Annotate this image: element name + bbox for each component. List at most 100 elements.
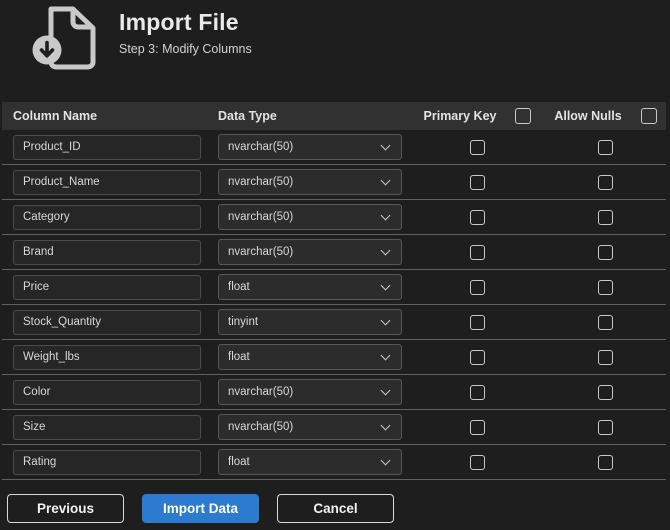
primary-key-cell	[410, 340, 545, 374]
table-body: nvarchar(50) nvarchar(50)	[2, 130, 666, 480]
primary-key-cell	[410, 410, 545, 444]
data-type-cell: float	[210, 445, 410, 479]
data-type-cell: nvarchar(50)	[210, 375, 410, 409]
allow-nulls-checkbox[interactable]	[598, 209, 613, 225]
allow-nulls-checkbox[interactable]	[598, 314, 613, 330]
chevron-down-icon	[380, 175, 391, 185]
data-type-value: float	[228, 351, 250, 363]
column-name-input[interactable]	[13, 449, 201, 475]
column-name-input[interactable]	[13, 414, 201, 440]
previous-button[interactable]: Previous	[7, 494, 124, 523]
data-type-cell: nvarchar(50)	[210, 410, 410, 444]
allow-nulls-checkbox[interactable]	[598, 384, 613, 400]
primary-key-checkbox[interactable]	[470, 384, 485, 400]
table-row: nvarchar(50)	[2, 165, 666, 200]
allow-nulls-cell	[545, 270, 666, 304]
table-row: nvarchar(50)	[2, 200, 666, 235]
primary-key-checkbox[interactable]	[470, 209, 485, 225]
data-type-dropdown[interactable]: nvarchar(50)	[218, 204, 402, 230]
data-type-value: float	[228, 281, 250, 293]
allow-nulls-cell	[545, 200, 666, 234]
column-name-cell	[2, 305, 210, 339]
primary-key-checkbox[interactable]	[470, 314, 485, 330]
allow-nulls-checkbox[interactable]	[598, 174, 613, 190]
primary-key-header-label: Primary Key	[423, 109, 497, 123]
primary-key-cell	[410, 375, 545, 409]
column-name-input[interactable]	[13, 309, 201, 335]
primary-key-checkbox[interactable]	[470, 279, 485, 295]
table-row: tinyint	[2, 305, 666, 340]
chevron-down-icon	[380, 140, 391, 150]
data-type-value: nvarchar(50)	[228, 421, 294, 433]
data-type-dropdown[interactable]: float	[218, 449, 402, 475]
allow-nulls-cell	[545, 165, 666, 199]
chevron-down-icon	[380, 315, 391, 325]
allow-nulls-cell	[545, 340, 666, 374]
column-name-input[interactable]	[13, 239, 201, 265]
import-data-button[interactable]: Import Data	[142, 494, 259, 523]
allow-nulls-cell	[545, 375, 666, 409]
data-type-cell: tinyint	[210, 305, 410, 339]
data-type-dropdown[interactable]: tinyint	[218, 309, 402, 335]
page-title: Import File	[119, 9, 239, 35]
data-type-dropdown[interactable]: nvarchar(50)	[218, 239, 402, 265]
chevron-down-icon	[380, 420, 391, 430]
column-name-input[interactable]	[13, 169, 201, 195]
chevron-down-icon	[380, 455, 391, 465]
column-name-input[interactable]	[13, 379, 201, 405]
allow-nulls-cell	[545, 305, 666, 339]
primary-key-cell	[410, 270, 545, 304]
allow-nulls-select-all-checkbox[interactable]	[640, 108, 657, 124]
column-name-cell	[2, 445, 210, 479]
primary-key-cell	[410, 445, 545, 479]
column-name-input[interactable]	[13, 134, 201, 160]
data-type-value: float	[228, 456, 250, 468]
data-type-cell: nvarchar(50)	[210, 200, 410, 234]
column-name-cell	[2, 165, 210, 199]
header-text: Import File Step 3: Modify Columns	[119, 6, 252, 56]
primary-key-checkbox[interactable]	[470, 454, 485, 470]
column-name-input[interactable]	[13, 274, 201, 300]
step-indicator: Step 3: Modify Columns	[119, 42, 252, 56]
primary-key-cell	[410, 235, 545, 269]
column-name-cell	[2, 270, 210, 304]
allow-nulls-cell	[545, 410, 666, 444]
data-type-dropdown[interactable]: float	[218, 344, 402, 370]
primary-key-checkbox[interactable]	[470, 419, 485, 435]
allow-nulls-checkbox[interactable]	[598, 139, 613, 155]
column-name-cell	[2, 375, 210, 409]
data-type-value: nvarchar(50)	[228, 176, 294, 188]
allow-nulls-checkbox[interactable]	[598, 349, 613, 365]
allow-nulls-checkbox[interactable]	[598, 454, 613, 470]
data-type-dropdown[interactable]: nvarchar(50)	[218, 134, 402, 160]
primary-key-checkbox[interactable]	[470, 244, 485, 260]
primary-key-cell	[410, 165, 545, 199]
footer-button-bar: Previous Import Data Cancel	[7, 494, 394, 523]
primary-key-checkbox[interactable]	[470, 174, 485, 190]
data-type-cell: nvarchar(50)	[210, 130, 410, 164]
allow-nulls-checkbox[interactable]	[598, 279, 613, 295]
columns-table: Column Name Data Type Primary Key Allow …	[2, 102, 666, 480]
data-type-header: Data Type	[218, 109, 277, 123]
data-type-cell: float	[210, 340, 410, 374]
table-row: nvarchar(50)	[2, 130, 666, 165]
cancel-button[interactable]: Cancel	[277, 494, 394, 523]
allow-nulls-checkbox[interactable]	[598, 419, 613, 435]
chevron-down-icon	[380, 245, 391, 255]
data-type-dropdown[interactable]: nvarchar(50)	[218, 169, 402, 195]
table-header-row: Column Name Data Type Primary Key Allow …	[2, 102, 666, 130]
data-type-dropdown[interactable]: float	[218, 274, 402, 300]
column-name-cell	[2, 200, 210, 234]
column-name-input[interactable]	[13, 344, 201, 370]
primary-key-cell	[410, 305, 545, 339]
primary-key-select-all-checkbox[interactable]	[515, 108, 532, 124]
data-type-dropdown[interactable]: nvarchar(50)	[218, 414, 402, 440]
column-name-input[interactable]	[13, 204, 201, 230]
primary-key-checkbox[interactable]	[470, 349, 485, 365]
data-type-dropdown[interactable]: nvarchar(50)	[218, 379, 402, 405]
allow-nulls-cell	[545, 130, 666, 164]
allow-nulls-checkbox[interactable]	[598, 244, 613, 260]
primary-key-checkbox[interactable]	[470, 139, 485, 155]
data-type-value: nvarchar(50)	[228, 141, 294, 153]
data-type-value: nvarchar(50)	[228, 246, 294, 258]
